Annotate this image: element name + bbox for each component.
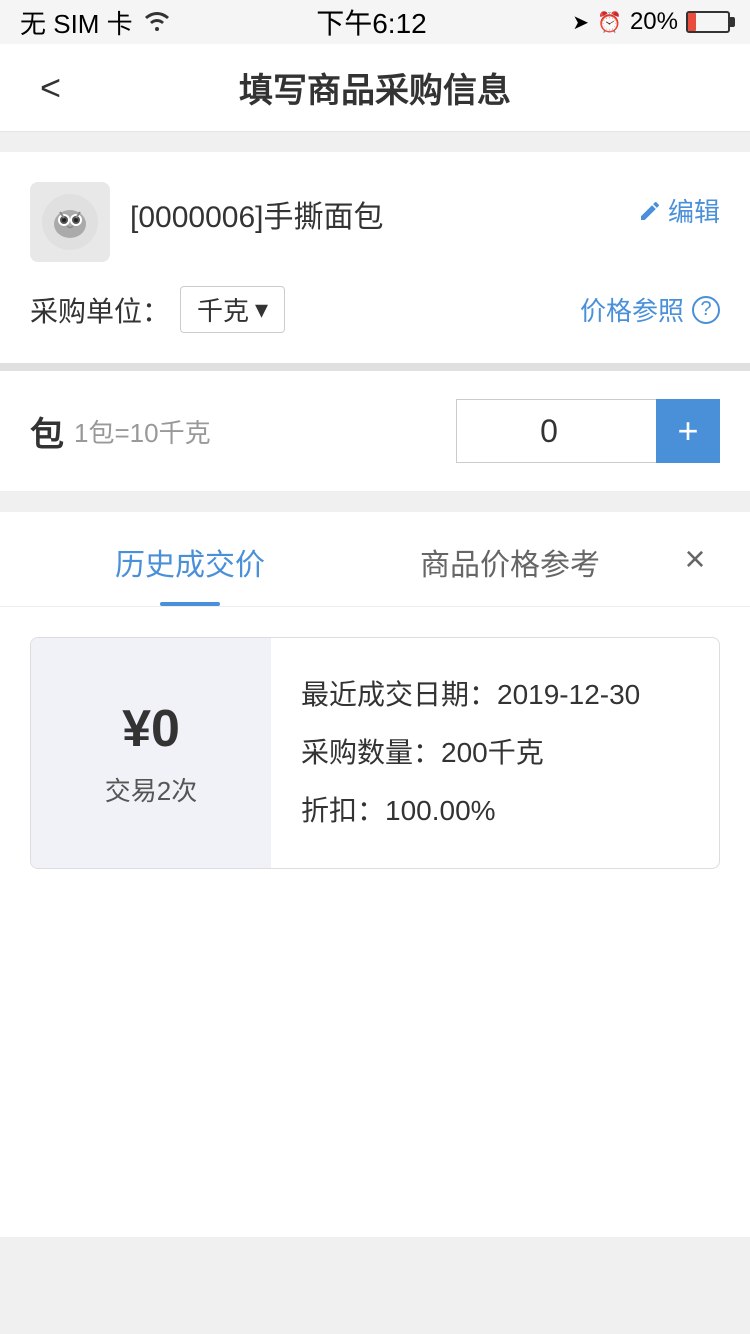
status-time: 下午6:12 bbox=[316, 2, 427, 42]
price-reference-button[interactable]: 价格参照 ? bbox=[580, 291, 720, 328]
purchase-qty-label: 采购数量： bbox=[301, 737, 441, 768]
tab-close-button[interactable]: × bbox=[670, 534, 720, 584]
dropdown-arrow-icon: ▾ bbox=[255, 294, 268, 325]
recent-date-value: 2019-12-30 bbox=[497, 679, 640, 710]
product-name: [0000006]手撕面包 bbox=[130, 182, 383, 236]
quantity-control: + bbox=[456, 399, 720, 463]
battery-percentage: 20% bbox=[630, 8, 678, 36]
section-divider bbox=[0, 363, 750, 371]
product-thumbnail bbox=[30, 182, 110, 262]
purchase-qty-row: 采购数量：200千克 bbox=[301, 732, 689, 774]
recent-date-label: 最近成交日期： bbox=[301, 679, 497, 710]
purchase-unit: 采购单位： 千克 ▾ bbox=[30, 286, 285, 333]
tab-history-price[interactable]: 历史成交价 bbox=[30, 512, 350, 606]
currency-symbol: ¥ bbox=[122, 700, 151, 758]
history-details-panel: 最近成交日期：2019-12-30 采购数量：200千克 折扣：100.00% bbox=[271, 638, 719, 868]
back-button[interactable]: < bbox=[30, 57, 71, 119]
status-left: 无 SIM 卡 bbox=[20, 4, 171, 41]
product-card: [0000006]手撕面包 编辑 采购单位： 千克 ▾ 价格参照 ? bbox=[0, 152, 750, 363]
edit-button[interactable]: 编辑 bbox=[638, 182, 720, 229]
unit-ratio: 1包=10千克 bbox=[74, 413, 211, 450]
purchase-qty-value: 200千克 bbox=[441, 737, 544, 768]
unit-value: 千克 bbox=[197, 291, 249, 328]
discount-label: 折扣： bbox=[301, 795, 385, 826]
help-icon: ? bbox=[692, 296, 720, 324]
discount-value: 100.00% bbox=[385, 795, 496, 826]
sim-status: 无 SIM 卡 bbox=[20, 4, 133, 41]
edit-label: 编辑 bbox=[668, 192, 720, 229]
price-ref-label: 价格参照 bbox=[580, 291, 684, 328]
battery-icon bbox=[686, 11, 730, 33]
discount-row: 折扣：100.00% bbox=[301, 790, 689, 832]
alarm-icon: ⏰ bbox=[597, 10, 622, 35]
transaction-count: 交易2次 bbox=[105, 771, 197, 808]
unit-select[interactable]: 千克 ▾ bbox=[180, 286, 285, 333]
page-title: 填写商品采购信息 bbox=[239, 63, 511, 112]
product-left: [0000006]手撕面包 bbox=[30, 182, 383, 262]
status-bar: 无 SIM 卡 下午6:12 ➤ ⏰ 20% bbox=[0, 0, 750, 44]
product-bottom: 采购单位： 千克 ▾ 价格参照 ? bbox=[30, 286, 720, 333]
battery-fill bbox=[688, 13, 696, 31]
product-top: [0000006]手撕面包 编辑 bbox=[30, 182, 720, 262]
purchase-unit-label: 采购单位： bbox=[30, 290, 170, 330]
quantity-plus-button[interactable]: + bbox=[656, 399, 720, 463]
history-price-panel: ¥0 交易2次 bbox=[31, 638, 271, 868]
wifi-icon bbox=[143, 7, 171, 38]
status-right: ➤ ⏰ 20% bbox=[572, 8, 730, 36]
tabs-section: 历史成交价 商品价格参考 × ¥0 交易2次 最近成交日期：2019-12-30… bbox=[0, 512, 750, 1237]
tabs-header: 历史成交价 商品价格参考 × bbox=[0, 512, 750, 607]
unit-badge: 包 bbox=[30, 407, 64, 456]
history-price-value: ¥0 bbox=[122, 699, 180, 759]
price-number: 0 bbox=[151, 700, 180, 758]
location-icon: ➤ bbox=[572, 10, 589, 35]
recent-date-row: 最近成交日期：2019-12-30 bbox=[301, 674, 689, 716]
tab-content: ¥0 交易2次 最近成交日期：2019-12-30 采购数量：200千克 折扣：… bbox=[0, 637, 750, 1237]
unit-label: 包 1包=10千克 bbox=[30, 407, 211, 456]
quantity-input[interactable] bbox=[456, 399, 656, 463]
history-card: ¥0 交易2次 最近成交日期：2019-12-30 采购数量：200千克 折扣：… bbox=[30, 637, 720, 869]
header: < 填写商品采购信息 bbox=[0, 44, 750, 132]
quantity-row: 包 1包=10千克 + bbox=[0, 371, 750, 492]
tab-price-reference[interactable]: 商品价格参考 bbox=[350, 512, 670, 606]
